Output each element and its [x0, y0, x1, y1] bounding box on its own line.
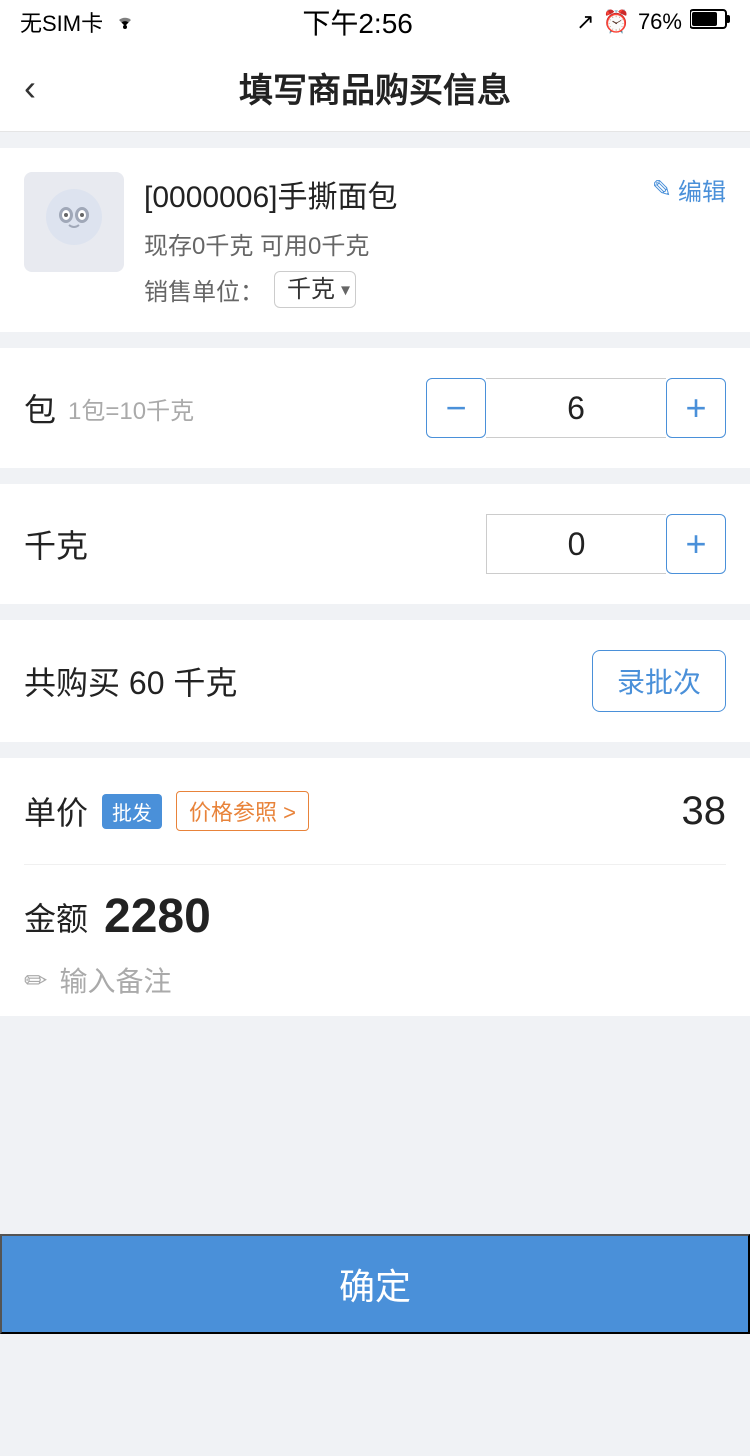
bag-label-group: 包 1包=10千克 — [24, 385, 194, 431]
product-thumbnail — [24, 172, 124, 272]
confirm-button[interactable]: 确定 — [0, 1234, 750, 1334]
summary-row: 共购买 60 千克 录批次 — [24, 620, 726, 742]
edit-button[interactable]: ✎ 编辑 — [652, 172, 726, 207]
battery-text: 76% — [638, 9, 682, 35]
product-logo-icon — [44, 187, 104, 257]
price-label: 单价 — [24, 788, 88, 834]
price-row: 单价 批发 价格参照 > 38 — [24, 758, 726, 865]
record-batch-button[interactable]: 录批次 — [592, 650, 726, 712]
status-left: 无SIM卡 — [20, 6, 139, 38]
note-placeholder: 输入备注 — [59, 960, 171, 1000]
signal-text: 无SIM卡 — [20, 6, 103, 38]
amount-label: 金额 — [24, 894, 88, 940]
kg-quantity-input[interactable] — [486, 514, 666, 574]
price-section: 单价 批发 价格参照 > 38 — [0, 758, 750, 865]
product-info: [0000006]手撕面包 现存0千克 可用0千克 销售单位： 千克 — [144, 172, 726, 308]
bag-decrement-button[interactable]: − — [426, 378, 486, 438]
kg-section: 千克 + — [0, 484, 750, 604]
unit-select[interactable]: 千克 — [274, 271, 356, 308]
amount-value: 2280 — [104, 889, 211, 944]
bag-stepper: − + — [426, 378, 726, 438]
bag-label: 包 — [24, 385, 56, 431]
kg-increment-button[interactable]: + — [666, 514, 726, 574]
unit-label: 销售单位： — [144, 272, 264, 307]
nav-bar: ‹ 填写商品购买信息 — [0, 44, 750, 132]
bag-section: 包 1包=10千克 − + — [0, 348, 750, 468]
unit-select-wrap[interactable]: 千克 — [274, 271, 356, 308]
product-unit-row: 销售单位： 千克 — [144, 271, 726, 308]
battery-icon — [690, 8, 730, 36]
bag-sublabel: 1包=10千克 — [68, 391, 194, 426]
bag-quantity-input[interactable] — [486, 378, 666, 438]
note-row[interactable]: ✏ 输入备注 — [24, 960, 726, 1000]
kg-label: 千克 — [24, 521, 88, 567]
kg-stepper: + — [486, 514, 726, 574]
summary-text: 共购买 60 千克 — [24, 658, 237, 704]
amount-row: 金额 2280 — [24, 889, 726, 944]
edit-icon: ✎ — [652, 175, 672, 204]
location-icon: ↗ — [576, 9, 594, 35]
product-name: [0000006]手撕面包 — [144, 172, 726, 216]
alarm-icon: ⏰ — [603, 9, 630, 35]
page-title: 填写商品购买信息 — [239, 63, 511, 112]
status-right: ↗ ⏰ 76% — [576, 8, 730, 36]
amount-section: 金额 2280 ✏ 输入备注 — [0, 865, 750, 1016]
wifi-icon — [111, 8, 139, 36]
price-left: 单价 批发 价格参照 > — [24, 788, 309, 834]
edit-label: 编辑 — [678, 172, 726, 207]
back-button[interactable]: ‹ — [24, 67, 36, 109]
product-stock: 现存0千克 可用0千克 — [144, 226, 726, 261]
tag-pifa: 批发 — [102, 794, 162, 829]
summary-section: 共购买 60 千克 录批次 — [0, 620, 750, 742]
price-value: 38 — [682, 789, 727, 834]
bag-increment-button[interactable]: + — [666, 378, 726, 438]
product-card: [0000006]手撕面包 现存0千克 可用0千克 销售单位： 千克 ✎ 编辑 — [0, 148, 750, 332]
bag-row: 包 1包=10千克 − + — [24, 348, 726, 468]
pencil-icon: ✏ — [24, 964, 47, 997]
status-bar: 无SIM卡 下午2:56 ↗ ⏰ 76% — [0, 0, 750, 44]
price-reference-button[interactable]: 价格参照 > — [176, 791, 309, 831]
kg-row: 千克 + — [24, 484, 726, 604]
status-time: 下午2:56 — [302, 2, 413, 42]
